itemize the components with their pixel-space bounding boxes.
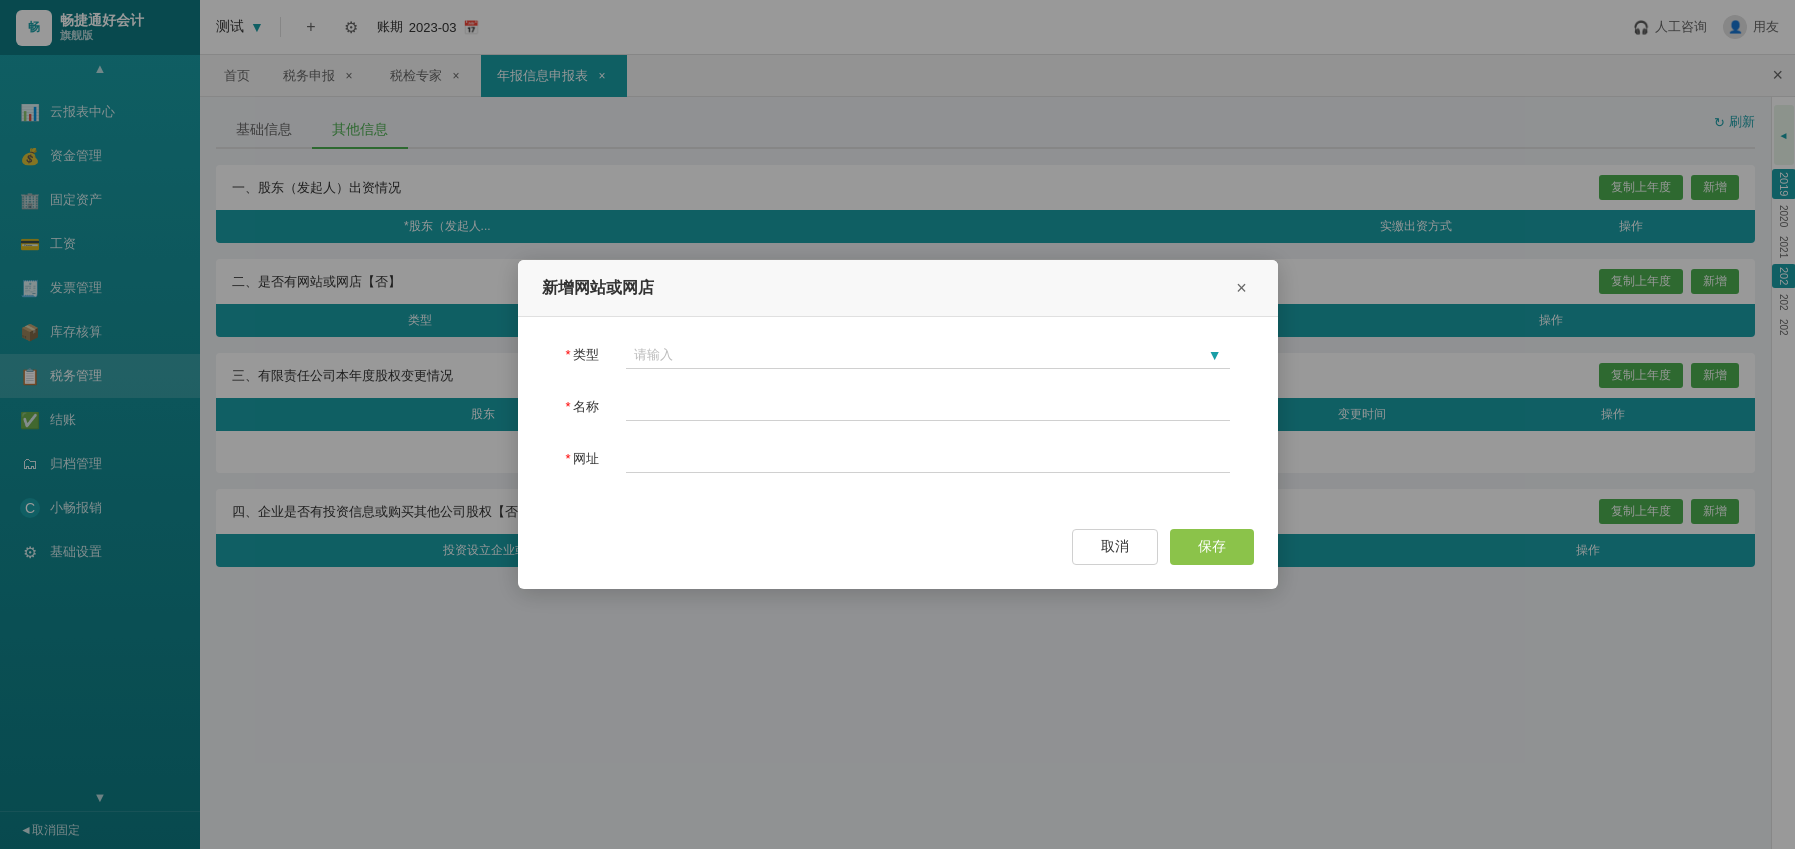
type-input[interactable] bbox=[626, 341, 1230, 369]
url-required: * bbox=[566, 451, 571, 466]
dialog-footer: 取消 保存 bbox=[518, 513, 1278, 589]
form-row-name: *名称 bbox=[566, 393, 1230, 421]
url-input[interactable] bbox=[626, 445, 1230, 473]
dialog-header: 新增网站或网店 × bbox=[518, 260, 1278, 317]
name-input-wrap bbox=[626, 393, 1230, 421]
url-input-wrap bbox=[626, 445, 1230, 473]
cancel-button[interactable]: 取消 bbox=[1072, 529, 1158, 565]
form-row-url: *网址 bbox=[566, 445, 1230, 473]
name-input[interactable] bbox=[626, 393, 1230, 421]
url-label-text: 网址 bbox=[573, 451, 599, 466]
form-row-type: *类型 ▼ bbox=[566, 341, 1230, 369]
dialog-title: 新增网站或网店 bbox=[542, 278, 654, 299]
type-input-wrap: ▼ bbox=[626, 341, 1230, 369]
url-label: *网址 bbox=[566, 450, 626, 468]
type-label-text: 类型 bbox=[573, 347, 599, 362]
name-label-text: 名称 bbox=[573, 399, 599, 414]
type-label: *类型 bbox=[566, 346, 626, 364]
save-button[interactable]: 保存 bbox=[1170, 529, 1254, 565]
dialog-body: *类型 ▼ *名称 *网址 bbox=[518, 317, 1278, 513]
dialog-close-btn[interactable]: × bbox=[1230, 276, 1254, 300]
add-website-dialog: 新增网站或网店 × *类型 ▼ *名称 bbox=[518, 260, 1278, 589]
dialog-overlay: 新增网站或网店 × *类型 ▼ *名称 bbox=[0, 0, 1795, 849]
type-required: * bbox=[566, 347, 571, 362]
name-label: *名称 bbox=[566, 398, 626, 416]
name-required: * bbox=[566, 399, 571, 414]
